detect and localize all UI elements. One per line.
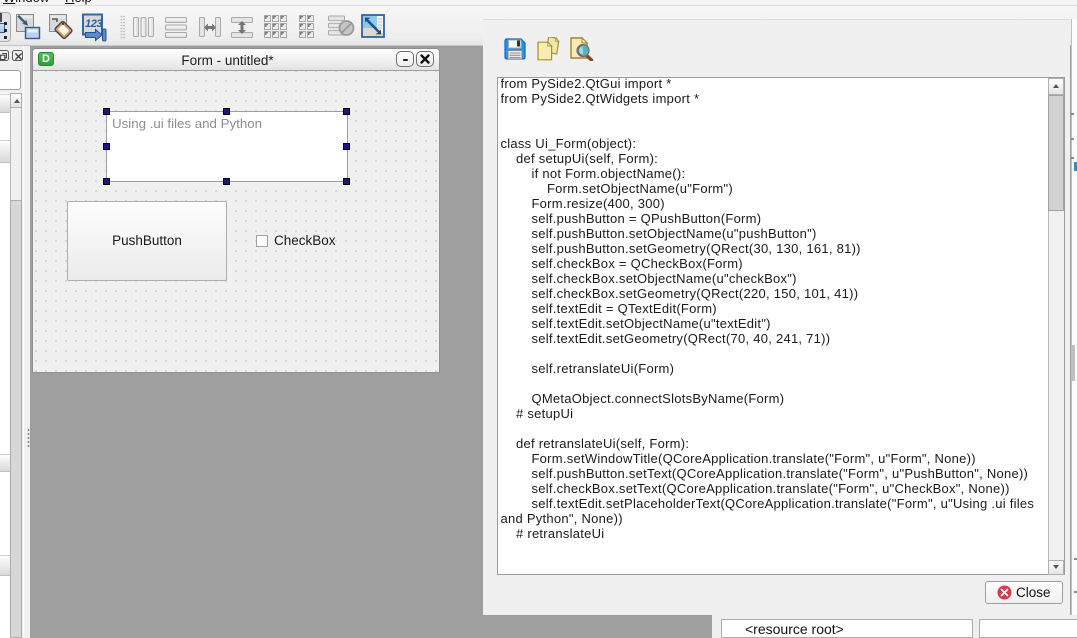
svg-text:123: 123 <box>85 18 102 30</box>
